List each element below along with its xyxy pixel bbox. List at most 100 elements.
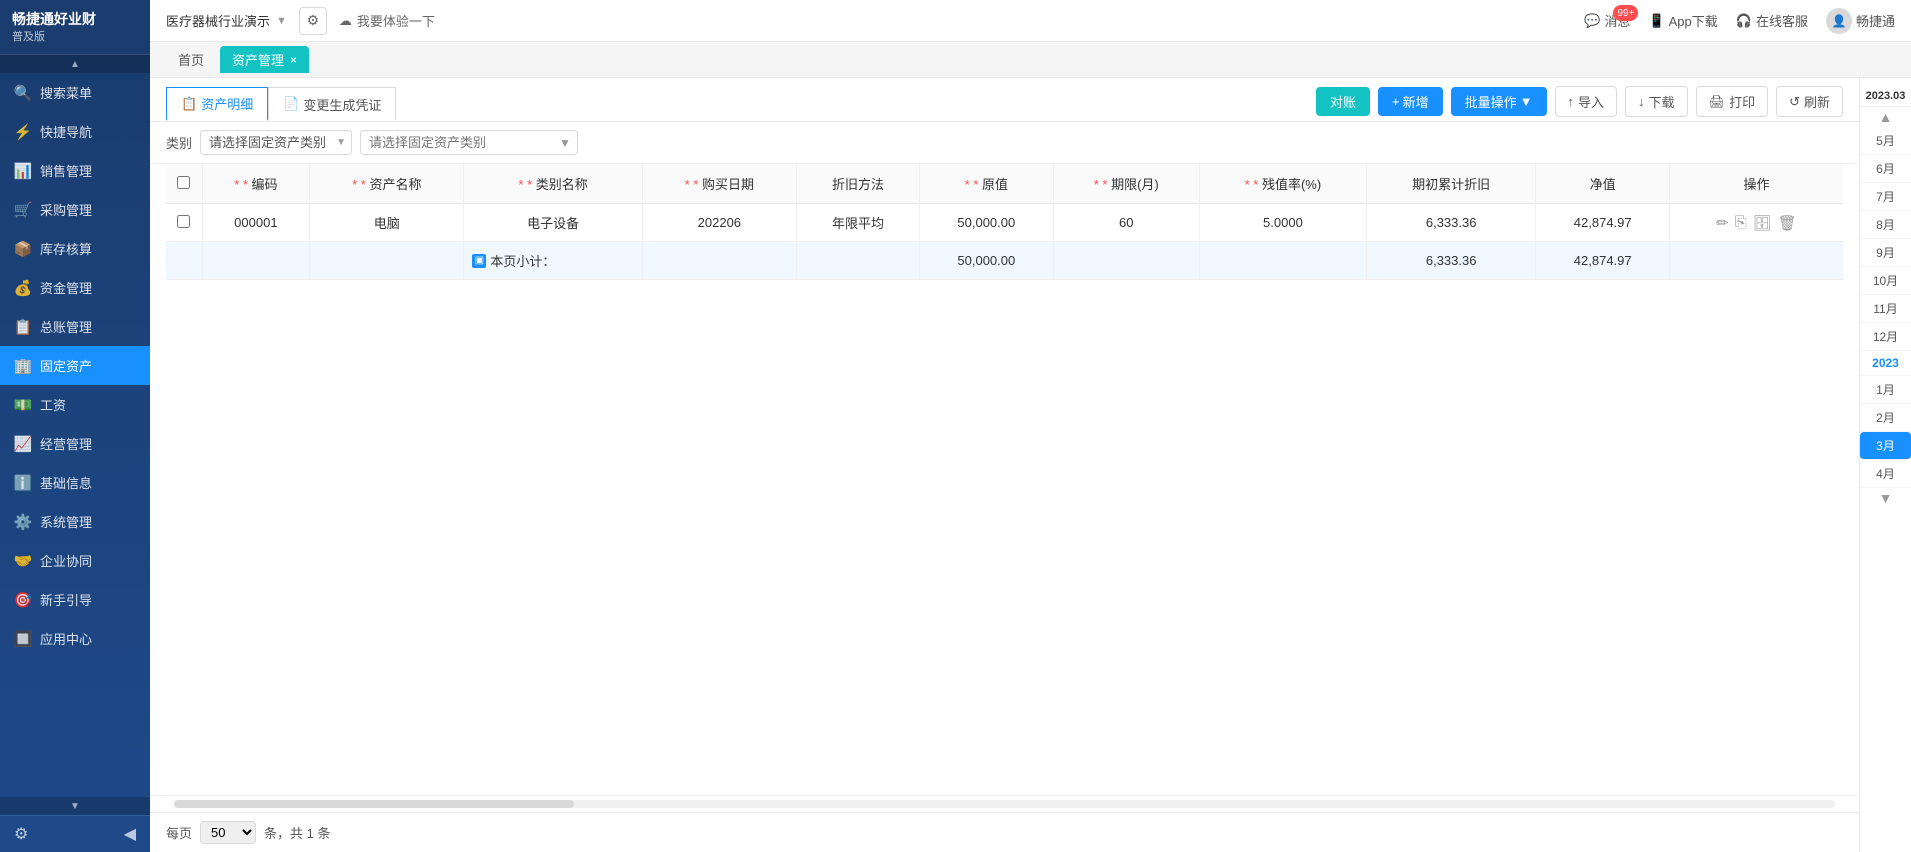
company-selector[interactable]: 医疗器械行业演示 ▼: [166, 11, 287, 30]
cal-month-1[interactable]: 1月: [1860, 376, 1911, 404]
newbie-icon: 🎯: [14, 591, 32, 609]
edit-icon[interactable]: ✏: [1716, 214, 1729, 232]
sidebar-item-quicknav[interactable]: ⚡ 快捷导航: [0, 112, 150, 151]
total-label: 条，共 1 条: [264, 823, 330, 842]
sidebar-item-funds[interactable]: 💰 资金管理: [0, 268, 150, 307]
payroll-icon: 💵: [14, 396, 32, 414]
collapse-icon[interactable]: ◀: [124, 824, 136, 844]
search-nav-icon: 🔍: [14, 84, 32, 102]
tab-home[interactable]: 首页: [166, 46, 216, 73]
sidebar-item-label: 固定资产: [40, 356, 92, 375]
sidebar-item-label: 采购管理: [40, 200, 92, 219]
cal-month-7[interactable]: 7月: [1860, 183, 1911, 211]
quicknav-icon: ⚡: [14, 123, 32, 141]
category-select[interactable]: 请选择固定资产类别 全部 电子设备 办公家具 机械设备: [200, 130, 352, 155]
app-download-button[interactable]: 📱 App下载: [1648, 11, 1717, 30]
sidebar-item-inventory[interactable]: 📦 库存核算: [0, 229, 150, 268]
user-profile[interactable]: 👤 畅捷通: [1826, 8, 1895, 34]
tab-asset-management[interactable]: 资产管理 ×: [220, 46, 309, 73]
cal-month-11[interactable]: 11月: [1860, 295, 1911, 323]
print-icon: 🖨: [1709, 94, 1726, 110]
th-actions: 操作: [1669, 164, 1843, 204]
cal-month-3[interactable]: 3月: [1860, 432, 1911, 460]
input-chevron-icon[interactable]: ▼: [553, 136, 577, 150]
sidebar-item-purchase[interactable]: 🛒 采购管理: [0, 190, 150, 229]
horizontal-scrollbar[interactable]: [150, 795, 1859, 812]
calendar-down-arrow[interactable]: ▼: [1860, 488, 1911, 508]
online-service-button[interactable]: 🎧 在线客服: [1736, 11, 1808, 30]
print-button[interactable]: 🖨 打印: [1696, 86, 1769, 117]
refresh-button[interactable]: ↺ 刷新: [1776, 86, 1843, 117]
cell-accumulated-depreciation: 6,333.36: [1366, 204, 1536, 242]
delete-icon[interactable]: 🗑: [1778, 214, 1797, 232]
message-badge: 99+: [1613, 5, 1638, 21]
cal-year-2023[interactable]: 2023: [1860, 351, 1911, 376]
cal-month-12[interactable]: 12月: [1860, 323, 1911, 351]
header-right: 💬 消息 99+ 📱 App下载 🎧 在线客服 👤 畅捷通: [1584, 8, 1895, 34]
download-button[interactable]: ↓ 下载: [1625, 86, 1688, 117]
settings-button[interactable]: ⚙: [299, 7, 327, 35]
per-page-label: 每页: [166, 823, 192, 842]
app-title: 畅捷通好业财: [12, 10, 138, 28]
sidebar-item-operations[interactable]: 📈 经营管理: [0, 424, 150, 463]
batch-chevron-icon: ▼: [1520, 94, 1533, 109]
sidebar-item-sales[interactable]: 📊 销售管理: [0, 151, 150, 190]
messages-button[interactable]: 💬 消息 99+: [1584, 11, 1630, 30]
sidebar-item-label: 总账管理: [40, 317, 92, 336]
cal-month-9[interactable]: 9月: [1860, 239, 1911, 267]
sidebar-item-label: 经营管理: [40, 434, 92, 453]
archive-icon[interactable]: 🗄: [1753, 214, 1772, 232]
sidebar-item-search[interactable]: 🔍 搜索菜单: [0, 73, 150, 112]
cal-month-10[interactable]: 10月: [1860, 267, 1911, 295]
tab-close-icon[interactable]: ×: [290, 53, 297, 67]
cal-month-2[interactable]: 2月: [1860, 404, 1911, 432]
sidebar-scroll-down[interactable]: ▼: [0, 797, 150, 815]
cal-month-8[interactable]: 8月: [1860, 211, 1911, 239]
experience-button[interactable]: ☁ 我要体验一下: [339, 11, 435, 30]
sidebar-item-ledger[interactable]: 📋 总账管理: [0, 307, 150, 346]
sidebar-item-newbie[interactable]: 🎯 新手引导: [0, 580, 150, 619]
copy-icon[interactable]: ⎘: [1735, 214, 1747, 231]
basic-icon: ℹ️: [14, 474, 32, 492]
cloud-icon: ☁: [339, 13, 352, 29]
sidebar-item-system[interactable]: ⚙️ 系统管理: [0, 502, 150, 541]
headset-icon: 🎧: [1736, 13, 1752, 29]
batch-ops-button[interactable]: 批量操作 ▼: [1451, 87, 1547, 116]
asset-detail-label: 资产明细: [201, 94, 253, 113]
tab-voucher[interactable]: 📄 变更生成凭证: [268, 87, 396, 120]
settings-icon[interactable]: ⚙: [14, 824, 28, 844]
select-all-checkbox[interactable]: [177, 176, 190, 189]
asset-detail-icon: 📋: [181, 96, 197, 112]
row-checkbox[interactable]: [177, 215, 190, 228]
sidebar-item-enterprise[interactable]: 🤝 企业协同: [0, 541, 150, 580]
bottom-bar: 每页 50 100 200 条，共 1 条: [150, 812, 1859, 852]
new-button[interactable]: + 新增: [1378, 87, 1443, 116]
subtotal-accumulated-depreciation: 6,333.36: [1366, 242, 1536, 280]
cal-month-6[interactable]: 6月: [1860, 155, 1911, 183]
sidebar-item-apps[interactable]: 🔲 应用中心: [0, 619, 150, 658]
cal-month-5[interactable]: 5月: [1860, 127, 1911, 155]
sidebar-item-fixed-assets[interactable]: 🏢 固定资产: [0, 346, 150, 385]
asset-category-input[interactable]: [361, 131, 553, 154]
system-icon: ⚙️: [14, 513, 32, 531]
category-filter-label: 类别: [166, 133, 192, 152]
th-accumulated-depreciation: 期初累计折旧: [1366, 164, 1536, 204]
message-icon: 💬: [1584, 13, 1600, 29]
sidebar-item-payroll[interactable]: 💵 工资: [0, 385, 150, 424]
cal-month-4[interactable]: 4月: [1860, 460, 1911, 488]
sidebar-item-label: 应用中心: [40, 629, 92, 648]
reconcile-button[interactable]: 对账: [1316, 87, 1370, 116]
calendar-year-header: 2023.03: [1860, 86, 1911, 107]
main-area: 医疗器械行业演示 ▼ ⚙ ☁ 我要体验一下 💬 消息 99+ 📱 App下载 🎧…: [150, 0, 1911, 852]
sidebar-scroll-up[interactable]: ▲: [0, 55, 150, 73]
th-period: * 期限(月): [1053, 164, 1199, 204]
page-content: 📋 资产明细 📄 变更生成凭证 对账 + 新增 批量操作: [150, 78, 1859, 852]
sidebar-item-basic[interactable]: ℹ️ 基础信息: [0, 463, 150, 502]
calendar-up-arrow[interactable]: ▲: [1860, 107, 1911, 127]
import-button[interactable]: ↑ 导入: [1555, 86, 1618, 117]
new-label: 新增: [1403, 92, 1429, 111]
th-category: * 类别名称: [464, 164, 642, 204]
tab-asset-detail[interactable]: 📋 资产明细: [166, 87, 268, 121]
page-size-select[interactable]: 50 100 200: [200, 821, 256, 844]
gear-icon: ⚙: [307, 12, 320, 29]
